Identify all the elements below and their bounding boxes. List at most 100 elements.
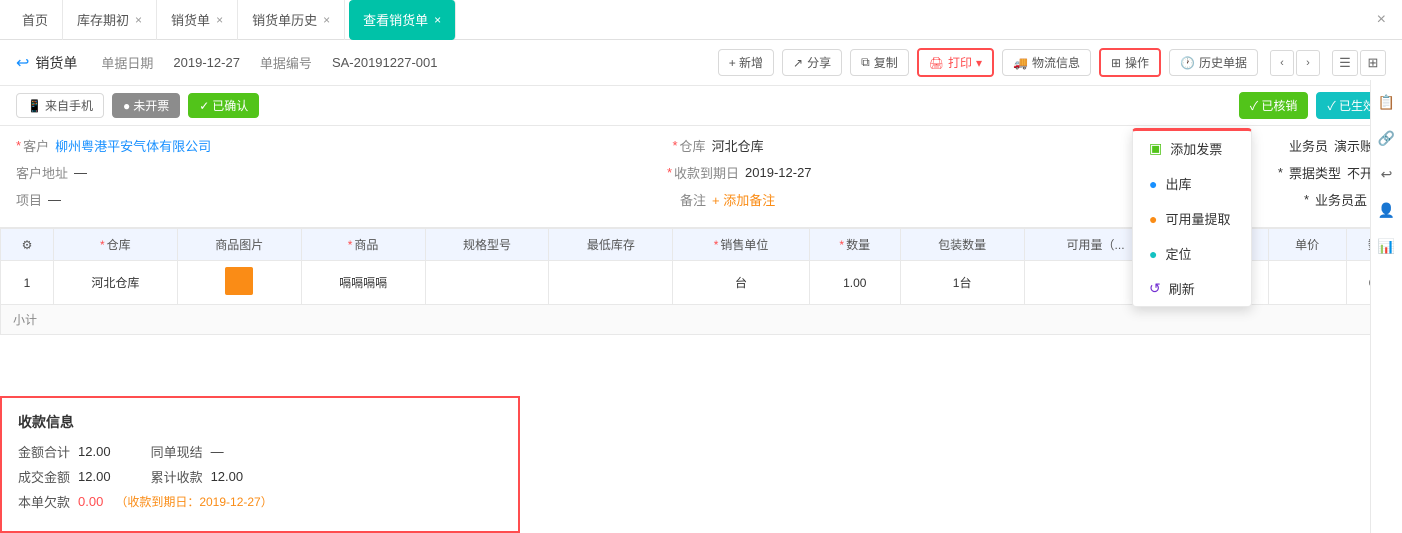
balance-item: 本单欠款 0.00 （收款到期日：2019-12-27）: [18, 492, 273, 511]
number-label: 单据编号: [260, 53, 312, 72]
tab-inventory-init-close[interactable]: ×: [135, 13, 142, 27]
not-opened-button[interactable]: ● 未开票: [112, 93, 180, 118]
customer-label: 客户: [23, 136, 49, 155]
ticket-required: *: [1278, 165, 1283, 180]
sidebar-reply-icon[interactable]: ↩: [1373, 160, 1401, 188]
cumulative-item: 累计收款 12.00: [151, 467, 244, 486]
sidebar-chart-icon[interactable]: 📊: [1373, 232, 1401, 260]
refresh-icon: ↺: [1149, 280, 1161, 297]
view-toggle: ☰ ⊞: [1332, 50, 1386, 76]
staff-label: 业务员: [1289, 136, 1328, 155]
doc-type-label: 销货单: [35, 53, 77, 73]
col-product-img: 商品图片: [177, 229, 301, 261]
cancelled-button[interactable]: ✓ 已核销: [1239, 92, 1309, 119]
confirmed-icon: ✓: [199, 99, 209, 113]
balance-value: 0.00: [78, 494, 103, 509]
phone-icon: 📱: [27, 99, 42, 113]
nav-arrows: ‹ ›: [1270, 50, 1320, 76]
from-phone-label: 来自手机: [45, 97, 93, 114]
payment-due-value: 2019-12-27: [745, 165, 812, 180]
col-spec: 规格型号: [425, 229, 549, 261]
view-list-button[interactable]: ☰: [1332, 50, 1358, 76]
sidebar-clipboard-icon[interactable]: 📋: [1373, 88, 1401, 116]
total-label: 金额合计: [18, 442, 70, 461]
sidebar-link-icon[interactable]: 🔗: [1373, 124, 1401, 152]
operations-icon: ⊞: [1111, 56, 1121, 70]
copy-button[interactable]: ⧉ 复制: [850, 49, 909, 76]
tab-view-sales-close[interactable]: ×: [434, 13, 441, 27]
deal-amount-label: 成交金额: [18, 467, 70, 486]
tab-inventory-init-label: 库存期初: [77, 10, 129, 29]
row-min-stock: [549, 261, 673, 305]
subtotal-label: 小计: [1, 305, 1402, 335]
ops-add-invoice[interactable]: ▣ 添加发票: [1133, 131, 1251, 166]
deal-amount-value: 12.00: [78, 469, 111, 484]
doc-type-icon: ↩: [16, 53, 29, 73]
ops-outbound[interactable]: ● 出库: [1133, 166, 1251, 201]
operations-button[interactable]: ⊞ 操作: [1099, 48, 1161, 77]
locate-icon: ●: [1149, 246, 1157, 262]
customer-value[interactable]: 柳州粤港平安气体有限公司: [55, 136, 211, 155]
tab-sales-order-close[interactable]: ×: [216, 13, 223, 27]
share-label: 分享: [807, 54, 831, 71]
history-label: 历史单据: [1199, 54, 1247, 71]
row-spec: [425, 261, 549, 305]
not-opened-icon: ●: [123, 99, 130, 113]
main-content: ↩ 销货单 单据日期 2019-12-27 单据编号 SA-20191227-0…: [0, 40, 1402, 533]
total-value: 12.00: [78, 444, 111, 459]
product-image: [225, 267, 253, 295]
tab-sales-history-close[interactable]: ×: [323, 13, 330, 27]
operations-label: 操作: [1125, 54, 1149, 71]
available-qty-label: 可用量提取: [1165, 209, 1230, 228]
history-icon: 🕐: [1180, 56, 1195, 70]
tab-home[interactable]: 首页: [8, 0, 63, 40]
outbound-label: 出库: [1165, 174, 1191, 193]
from-phone-button[interactable]: 📱 来自手机: [16, 93, 104, 118]
col-pack-qty: 包装数量: [900, 229, 1024, 261]
sub-actions-bar: 📱 来自手机 ● 未开票 ✓ 已确认 ✓ 已核销 ✓ 已生效: [0, 86, 1402, 126]
payment-due-required: *: [667, 165, 672, 180]
payment-info-title: 收款信息: [18, 412, 502, 432]
not-opened-label: 未开票: [133, 97, 169, 114]
add-note-button[interactable]: + 添加备注: [712, 190, 775, 209]
tab-inventory-init[interactable]: 库存期初 ×: [63, 0, 157, 40]
nav-next-button[interactable]: ›: [1296, 50, 1320, 76]
ops-refresh[interactable]: ↺ 刷新: [1133, 271, 1251, 306]
view-grid-button[interactable]: ⊞: [1360, 50, 1386, 76]
tab-sales-history[interactable]: 销货单历史 ×: [238, 0, 345, 40]
warehouse-value: 河北仓库: [712, 136, 764, 155]
effective-icon: ✓: [1327, 99, 1335, 113]
add-invoice-label: 添加发票: [1170, 139, 1222, 158]
logistics-label: 物流信息: [1032, 54, 1080, 71]
tab-view-sales[interactable]: 查看销货单 ×: [349, 0, 456, 40]
warehouse-label: 仓库: [680, 136, 706, 155]
share-button[interactable]: ↗ 分享: [782, 49, 842, 76]
tab-sales-order[interactable]: 销货单 ×: [157, 0, 238, 40]
payment-due-label: 收款到期日: [674, 163, 739, 182]
new-button[interactable]: + 新增: [718, 49, 774, 76]
customer-required: *: [16, 138, 21, 153]
payment-row-3: 本单欠款 0.00 （收款到期日：2019-12-27）: [18, 492, 502, 511]
row-no: 1: [1, 261, 54, 305]
print-button[interactable]: 🖨 打印 ▾: [917, 48, 994, 77]
nav-prev-button[interactable]: ‹: [1270, 50, 1294, 76]
ops-locate[interactable]: ● 定位: [1133, 236, 1251, 271]
sidebar-user-icon[interactable]: 👤: [1373, 196, 1401, 224]
logistics-button[interactable]: 🚚 物流信息: [1002, 49, 1091, 76]
global-close-button[interactable]: ×: [1369, 11, 1394, 29]
add-invoice-icon: ▣: [1149, 140, 1162, 157]
same-order-label: 同单现结: [151, 442, 203, 461]
history-button[interactable]: 🕐 历史单据: [1169, 49, 1258, 76]
row-unit: 台: [673, 261, 810, 305]
row-product: 嗝嗝嗝嗝: [301, 261, 425, 305]
ops-available-qty[interactable]: ● 可用量提取: [1133, 201, 1251, 236]
right-action-buttons: ✓ 已核销 ✓ 已生效: [1239, 92, 1386, 119]
balance-label: 本单欠款: [18, 492, 70, 511]
row-img: [177, 261, 301, 305]
address-value: —: [74, 165, 87, 180]
copy-label: 复制: [874, 54, 898, 71]
confirmed-button[interactable]: ✓ 已确认: [188, 93, 259, 118]
col-settings[interactable]: ⚙: [1, 229, 54, 261]
print-icon: 🖨: [929, 56, 944, 70]
doc-header: ↩ 销货单 单据日期 2019-12-27 单据编号 SA-20191227-0…: [0, 40, 1402, 86]
